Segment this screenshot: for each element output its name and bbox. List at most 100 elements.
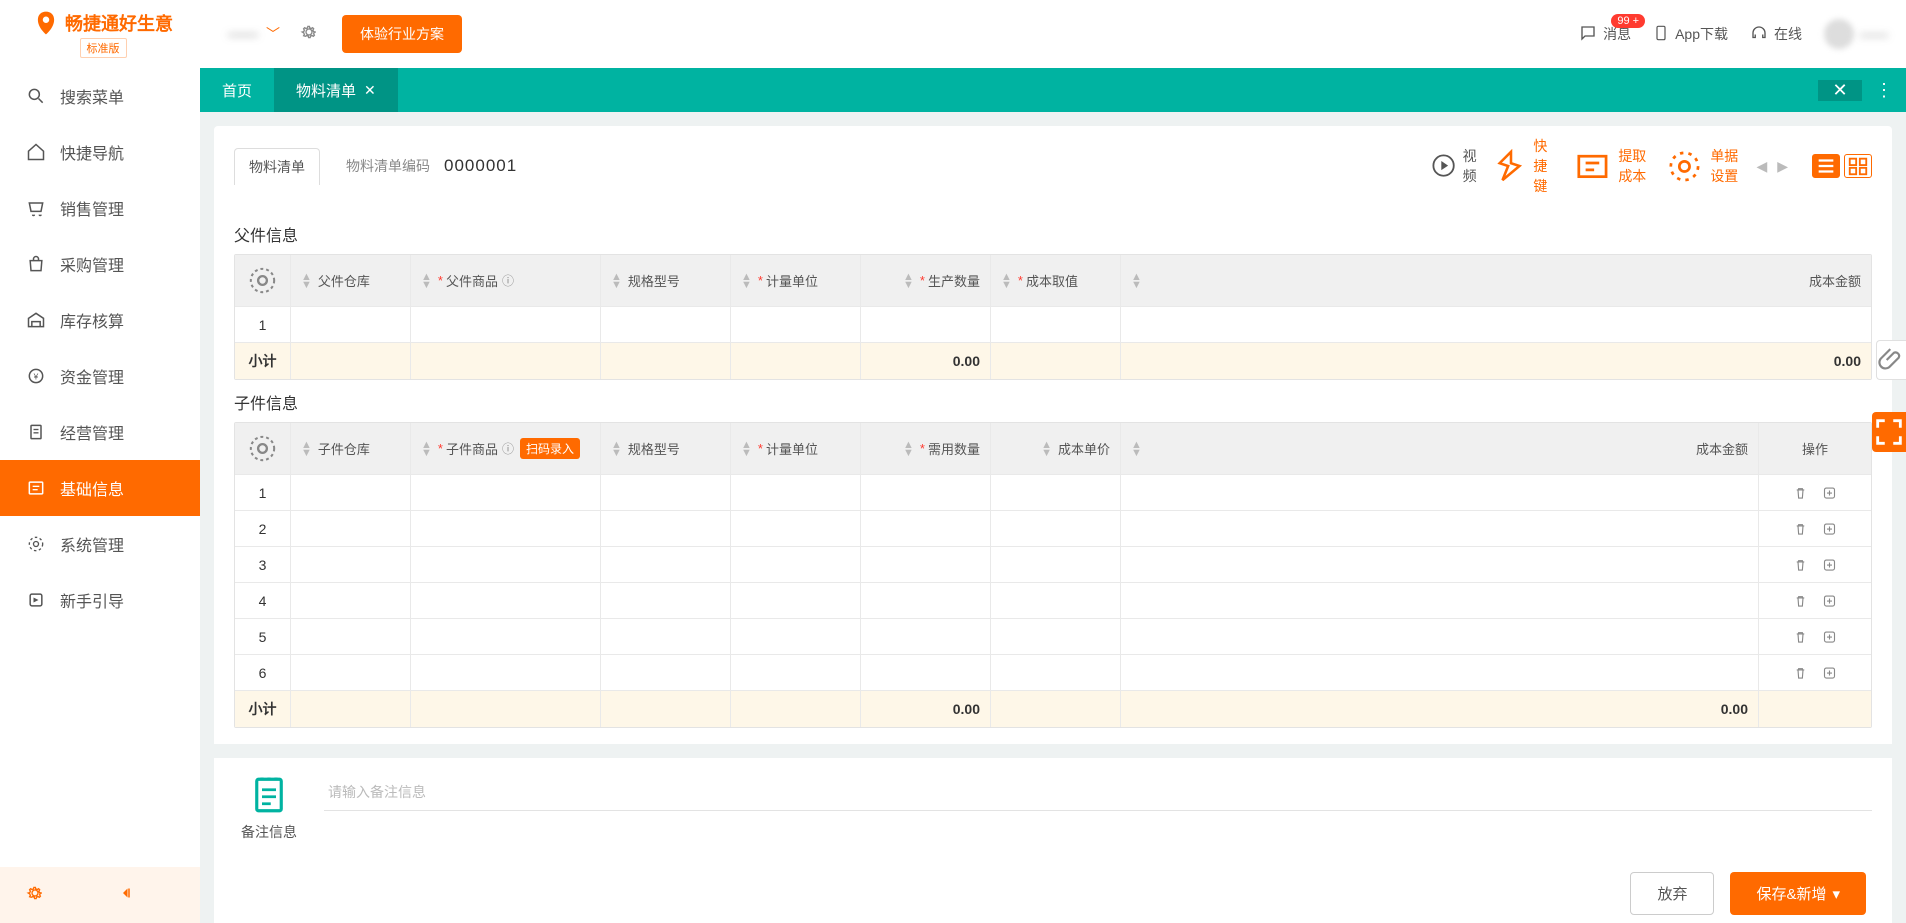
col-child-product[interactable]: ▲▼*子件商品ⓘ扫码录入 [411, 423, 601, 474]
delete-row-icon[interactable] [1793, 664, 1808, 682]
remark-label: 备注信息 [241, 822, 297, 842]
help-icon[interactable]: ⓘ [502, 440, 514, 457]
sidebar-item-quicknav[interactable]: 快捷导航 [0, 124, 200, 180]
next-record-icon[interactable]: ▶ [1777, 158, 1788, 175]
prev-record-icon[interactable]: ◀ [1756, 158, 1767, 175]
col-child-qty[interactable]: ▲▼*需用数量 [861, 423, 991, 474]
tabs-close-all[interactable]: ✕ [1818, 80, 1862, 101]
collapse-icon[interactable] [116, 884, 136, 907]
scan-entry-tag[interactable]: 扫码录入 [520, 438, 580, 459]
col-child-warehouse[interactable]: ▲▼子件仓库 [291, 423, 411, 474]
tabs-bar: 首页 物料清单 ✕ ✕ ⋮ [200, 68, 1906, 112]
attachment-side-tab[interactable] [1876, 340, 1906, 380]
view-toggle [1812, 154, 1872, 178]
help-icon[interactable]: ⓘ [502, 272, 514, 289]
subtotal-label: 小计 [235, 691, 291, 727]
brand-edition-badge: 标准版 [80, 38, 127, 58]
child-row[interactable]: 3 [235, 547, 1871, 583]
sidebar-item-search[interactable]: 搜索菜单 [0, 68, 200, 124]
settings-icon[interactable] [26, 884, 44, 907]
add-row-icon[interactable] [1822, 484, 1837, 502]
parent-row[interactable]: 1 [235, 307, 1871, 343]
action-shortcut-label: 快捷键 [1533, 136, 1556, 196]
user-menu[interactable]: —— [1824, 19, 1888, 49]
online-support-link[interactable]: 在线 [1750, 24, 1802, 45]
messages-link[interactable]: 消息 99 + [1579, 24, 1631, 45]
col-parent-product[interactable]: ▲▼*父件商品ⓘ [411, 255, 601, 306]
col-parent-cost-amount[interactable]: ▲▼成本金额 [1121, 255, 1871, 306]
delete-row-icon[interactable] [1793, 484, 1808, 502]
sidebar-item-system[interactable]: 系统管理 [0, 516, 200, 572]
code-value: 0000001 [444, 156, 517, 176]
cell-parent-unit[interactable] [731, 307, 861, 342]
add-row-icon[interactable] [1822, 592, 1837, 610]
remark-input[interactable] [324, 774, 1872, 811]
close-icon[interactable]: ✕ [364, 82, 376, 99]
col-child-cost-amount[interactable]: ▲▼成本金额 [1121, 423, 1759, 474]
sidebar-item-sales[interactable]: 销售管理 [0, 180, 200, 236]
cell-parent-warehouse[interactable] [291, 307, 411, 342]
delete-row-icon[interactable] [1793, 520, 1808, 538]
tab-bom[interactable]: 物料清单 ✕ [274, 68, 398, 112]
action-shortcut[interactable]: 快捷键 [1494, 136, 1556, 196]
org-settings-icon[interactable] [300, 23, 318, 46]
code-label: 物料清单编码 [346, 156, 430, 176]
sidebar-label: 资金管理 [60, 364, 124, 388]
delete-row-icon[interactable] [1793, 556, 1808, 574]
child-row[interactable]: 6 [235, 655, 1871, 691]
sidebar-item-guide[interactable]: 新手引导 [0, 572, 200, 628]
top-right-actions: 消息 99 + App下载 在线 —— [1579, 19, 1888, 49]
action-video[interactable]: 视频 [1430, 146, 1478, 186]
cell-parent-product[interactable] [411, 307, 601, 342]
cta-industry-button[interactable]: 体验行业方案 [342, 15, 462, 53]
col-child-spec[interactable]: ▲▼规格型号 [601, 423, 731, 474]
tab-home[interactable]: 首页 [200, 68, 274, 112]
clipboard-icon [26, 422, 46, 442]
child-row[interactable]: 2 [235, 511, 1871, 547]
delete-row-icon[interactable] [1793, 592, 1808, 610]
sidebar-item-baseinfo[interactable]: 基础信息 [0, 460, 200, 516]
cell-parent-cost-amount[interactable] [1121, 307, 1871, 342]
add-row-icon[interactable] [1822, 664, 1837, 682]
col-parent-unit[interactable]: ▲▼*计量单位 [731, 255, 861, 306]
org-selector[interactable]: —— ﹀ [228, 24, 280, 44]
view-list-button[interactable] [1812, 154, 1840, 178]
save-new-button[interactable]: 保存&新增 ▾ [1730, 872, 1866, 915]
col-parent-cost-basis[interactable]: ▲▼*成本取值 [991, 255, 1121, 306]
action-extract-cost[interactable]: 提取成本 [1572, 146, 1648, 187]
col-parent-warehouse[interactable]: ▲▼父件仓库 [291, 255, 411, 306]
sidebar-item-purchase[interactable]: 采购管理 [0, 236, 200, 292]
child-row[interactable]: 5 [235, 619, 1871, 655]
col-child-ops: 操作 [1759, 423, 1871, 474]
col-child-unit-cost[interactable]: ▲▼成本单价 [991, 423, 1121, 474]
col-child-unit[interactable]: ▲▼*计量单位 [731, 423, 861, 474]
discard-button[interactable]: 放弃 [1630, 872, 1714, 915]
column-config-icon[interactable] [235, 423, 291, 474]
save-new-label: 保存&新增 [1756, 883, 1826, 904]
app-download-link[interactable]: App下载 [1653, 24, 1728, 45]
cell-parent-qty[interactable] [861, 307, 991, 342]
child-row[interactable]: 1 [235, 475, 1871, 511]
cell-parent-spec[interactable] [601, 307, 731, 342]
gear-outline-icon [26, 534, 46, 554]
view-card-button[interactable] [1844, 154, 1872, 178]
action-doc-settings[interactable]: 单据设置 [1664, 146, 1740, 187]
column-config-icon[interactable] [235, 255, 291, 306]
sidebar-item-ops[interactable]: 经营管理 [0, 404, 200, 460]
add-row-icon[interactable] [1822, 628, 1837, 646]
col-parent-qty[interactable]: ▲▼*生产数量 [861, 255, 991, 306]
row-number: 3 [235, 547, 291, 582]
fullscreen-side-tab[interactable] [1872, 412, 1906, 452]
panel-mini-tab[interactable]: 物料清单 [234, 148, 320, 185]
delete-row-icon[interactable] [1793, 628, 1808, 646]
child-row[interactable]: 4 [235, 583, 1871, 619]
sidebar-item-money[interactable]: ¥ 资金管理 [0, 348, 200, 404]
add-row-icon[interactable] [1822, 520, 1837, 538]
user-handle: —— [1860, 26, 1888, 42]
col-parent-spec[interactable]: ▲▼规格型号 [601, 255, 731, 306]
cell-parent-cost-basis[interactable] [991, 307, 1121, 342]
tabs-more[interactable]: ⋮ [1862, 80, 1906, 101]
sidebar-item-stock[interactable]: 库存核算 [0, 292, 200, 348]
add-row-icon[interactable] [1822, 556, 1837, 574]
sidebar-label: 新手引导 [60, 588, 124, 612]
